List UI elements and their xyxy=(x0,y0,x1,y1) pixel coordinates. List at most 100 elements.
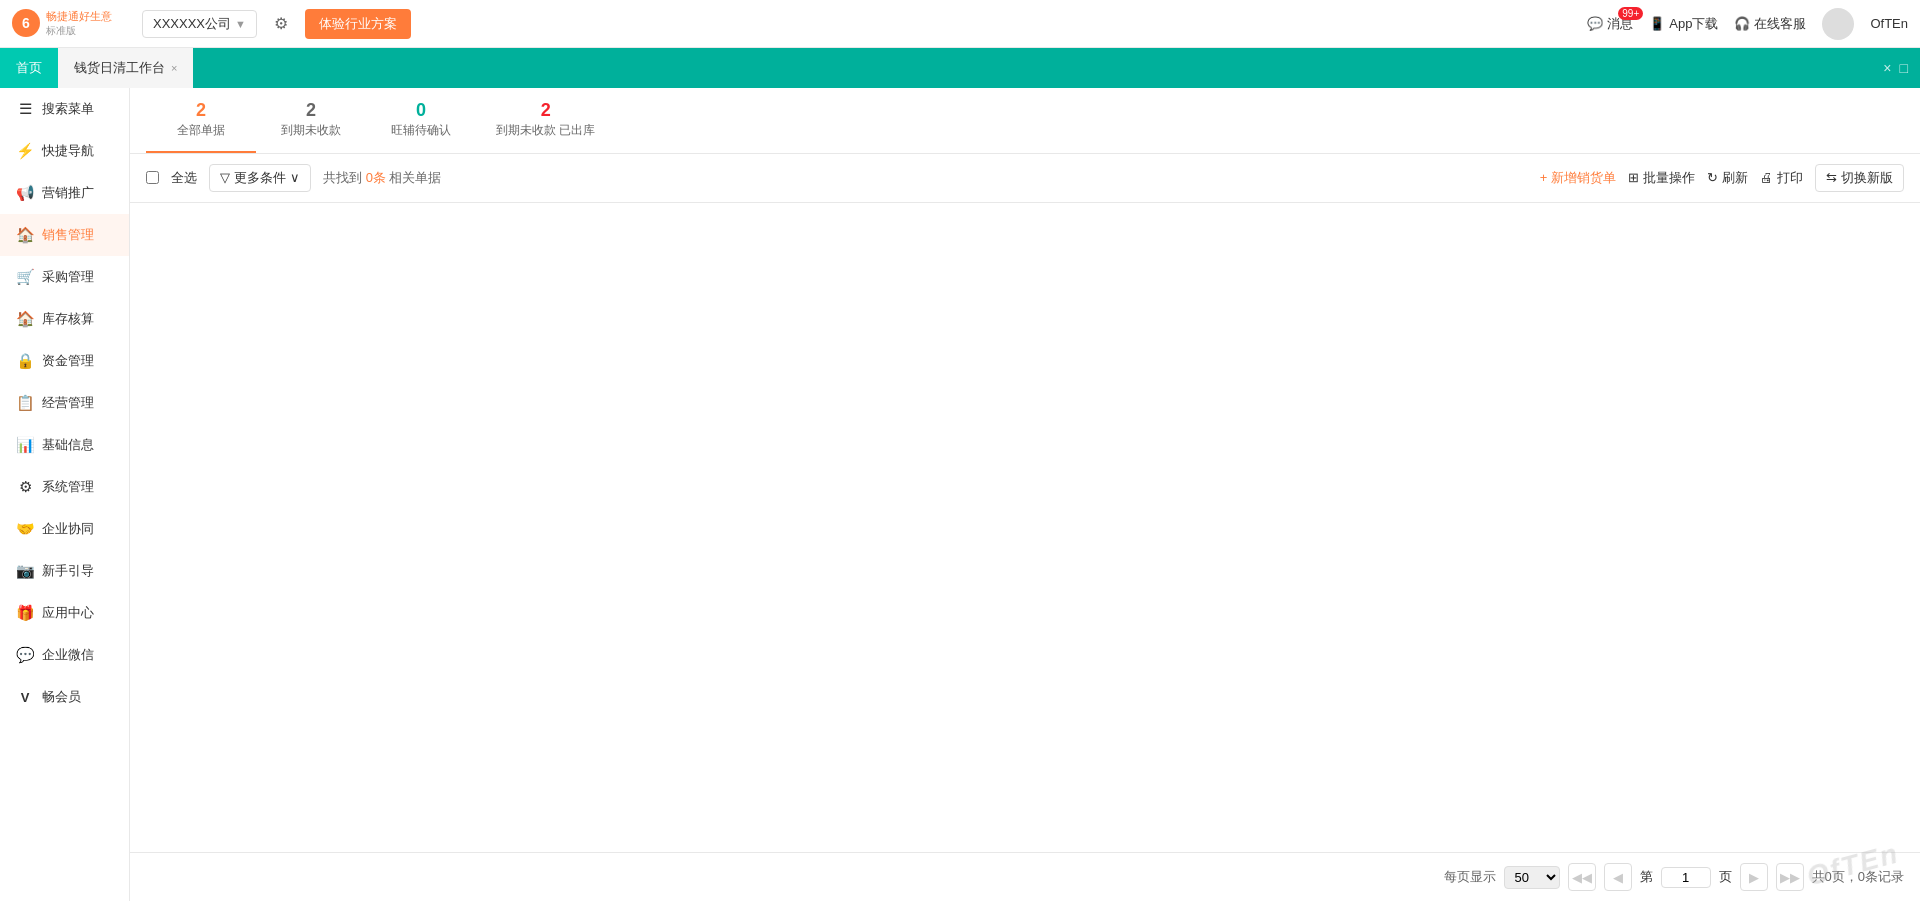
finance-icon: 🔒 xyxy=(16,352,34,370)
tab-restore-icon[interactable]: × xyxy=(1883,60,1891,76)
sidebar-item-finance[interactable]: 🔒 资金管理 xyxy=(0,340,129,382)
sidebar-item-quick-nav[interactable]: ⚡ 快捷导航 xyxy=(0,130,129,172)
page-label: 第 xyxy=(1640,868,1653,886)
sidebar-label-purchase-mgmt: 采购管理 xyxy=(42,268,94,286)
tab-shipped-label: 到期未收款 已出库 xyxy=(496,123,595,137)
page-input[interactable] xyxy=(1661,867,1711,888)
tab-close-icon[interactable]: × xyxy=(171,62,177,74)
tab-pending-confirm[interactable]: 0 旺辅待确认 xyxy=(366,88,476,153)
switch-icon: ⇆ xyxy=(1826,170,1837,185)
toolbar-right: + 新增销货单 ⊞ 批量操作 ↻ 刷新 🖨 打印 ⇆ xyxy=(1540,164,1904,192)
guide-icon: 📷 xyxy=(16,562,34,580)
sidebar-item-search-menu[interactable]: ☰ 搜索菜单 xyxy=(0,88,129,130)
workbench: 2 全部单据 2 到期未收款 0 旺辅待确认 2 到期未收款 已出库 xyxy=(130,88,1920,901)
message-icon: 💬 xyxy=(1587,16,1603,31)
settings-button[interactable]: ⚙ xyxy=(265,8,297,40)
tab-all-orders[interactable]: 2 全部单据 xyxy=(146,88,256,153)
inventory-icon: 🏠 xyxy=(16,310,34,328)
filter-button[interactable]: ▽ 更多条件 ∨ xyxy=(209,164,311,192)
sidebar-item-operations[interactable]: 📋 经营管理 xyxy=(0,382,129,424)
sidebar-item-vip[interactable]: V 畅会员 xyxy=(0,676,129,718)
sidebar-item-marketing[interactable]: 📢 营销推广 xyxy=(0,172,129,214)
batch-label: 批量操作 xyxy=(1643,169,1695,187)
company-selector[interactable]: XXXXXX公司 ▼ xyxy=(142,10,257,38)
sidebar-label-app-center: 应用中心 xyxy=(42,604,94,622)
tab-shipped-unpaid[interactable]: 2 到期未收款 已出库 xyxy=(476,88,615,153)
logo-tag: 标准版 xyxy=(46,24,112,38)
select-all-checkbox[interactable] xyxy=(146,171,159,184)
switch-new-version-button[interactable]: ⇆ 切换新版 xyxy=(1815,164,1904,192)
tab-shipped-count: 2 xyxy=(496,100,595,122)
last-page-button[interactable]: ▶▶ xyxy=(1776,863,1804,891)
logo-text: 畅捷通好生意 xyxy=(46,9,112,23)
refresh-icon: ↻ xyxy=(1707,170,1718,185)
message-button[interactable]: 💬 消息 99+ xyxy=(1587,15,1633,33)
sidebar-label-sales-mgmt: 销售管理 xyxy=(42,226,94,244)
sidebar-item-app-center[interactable]: 🎁 应用中心 xyxy=(0,592,129,634)
print-label: 打印 xyxy=(1777,169,1803,187)
tab-overdue-label: 到期未收款 xyxy=(281,123,341,137)
found-count: 0条 xyxy=(366,170,386,185)
switch-label: 切换新版 xyxy=(1841,169,1893,187)
online-service-button[interactable]: 🎧 在线客服 xyxy=(1734,15,1806,33)
sidebar-item-guide[interactable]: 📷 新手引导 xyxy=(0,550,129,592)
app-icon: 📱 xyxy=(1649,16,1665,31)
sales-mgmt-icon: 🏠 xyxy=(16,226,34,244)
tab-maximize-icon[interactable]: □ xyxy=(1900,60,1908,76)
print-button[interactable]: 🖨 打印 xyxy=(1760,169,1803,187)
total-info: 共0页，0条记录 xyxy=(1812,868,1904,886)
sidebar-label-quick-nav: 快捷导航 xyxy=(42,142,94,160)
tab-overdue-count: 2 xyxy=(276,100,346,122)
sidebar-item-wechat-biz[interactable]: 💬 企业微信 xyxy=(0,634,129,676)
sidebar-label-system-mgmt: 系统管理 xyxy=(42,478,94,496)
sidebar-item-system-mgmt[interactable]: ⚙ 系统管理 xyxy=(0,466,129,508)
prev-page-button[interactable]: ◀ xyxy=(1604,863,1632,891)
sidebar-item-basic-info[interactable]: 📊 基础信息 xyxy=(0,424,129,466)
vip-icon: V xyxy=(16,690,34,705)
logo-area: 6 畅捷通好生意 标准版 xyxy=(12,9,142,37)
sidebar: ☰ 搜索菜单 ⚡ 快捷导航 📢 营销推广 🏠 销售管理 🛒 采购管理 🏠 库存核… xyxy=(0,88,130,901)
sidebar-label-search-menu: 搜索菜单 xyxy=(42,100,94,118)
header-right: 💬 消息 99+ 📱 App下载 🎧 在线客服 OfTEn xyxy=(1587,8,1908,40)
refresh-button[interactable]: ↻ 刷新 xyxy=(1707,169,1748,187)
found-suffix: 相关单据 xyxy=(389,170,441,185)
sidebar-label-cooperation: 企业协同 xyxy=(42,520,94,538)
tab-overdue-payment[interactable]: 2 到期未收款 xyxy=(256,88,366,153)
settings-icon: ⚙ xyxy=(274,14,288,33)
tab-pending-count: 0 xyxy=(386,100,456,122)
tab-all-count: 2 xyxy=(166,100,236,122)
tab-bar: 2 全部单据 2 到期未收款 0 旺辅待确认 2 到期未收款 已出库 xyxy=(130,88,1920,154)
page-suffix: 页 xyxy=(1719,868,1732,886)
tab-all-label: 全部单据 xyxy=(177,123,225,137)
sidebar-label-vip: 畅会员 xyxy=(42,688,81,706)
company-name: XXXXXX公司 xyxy=(153,15,231,33)
batch-operation-button[interactable]: ⊞ 批量操作 xyxy=(1628,169,1695,187)
sidebar-item-sales-mgmt[interactable]: 🏠 销售管理 xyxy=(0,214,129,256)
company-dropdown-icon: ▼ xyxy=(235,18,246,30)
filter-label: 更多条件 xyxy=(234,169,286,187)
tab-workbench[interactable]: 钱货日清工作台 × xyxy=(58,48,193,88)
basic-info-icon: 📊 xyxy=(16,436,34,454)
add-sales-order-button[interactable]: + 新增销货单 xyxy=(1540,169,1616,187)
trial-button[interactable]: 体验行业方案 xyxy=(305,9,411,39)
app-label: App下载 xyxy=(1669,15,1718,33)
table-area xyxy=(130,203,1920,852)
refresh-label: 刷新 xyxy=(1722,169,1748,187)
next-page-button[interactable]: ▶ xyxy=(1740,863,1768,891)
user-name[interactable]: OfTEn xyxy=(1870,16,1908,31)
avatar[interactable] xyxy=(1822,8,1854,40)
tab-pending-label: 旺辅待确认 xyxy=(391,123,451,137)
app-download-button[interactable]: 📱 App下载 xyxy=(1649,15,1718,33)
tab-home[interactable]: 首页 xyxy=(0,48,58,88)
sidebar-item-purchase-mgmt[interactable]: 🛒 采购管理 xyxy=(0,256,129,298)
sidebar-label-guide: 新手引导 xyxy=(42,562,94,580)
select-all-label: 全选 xyxy=(171,169,197,187)
filter-arrow-icon: ∨ xyxy=(290,170,300,185)
page-size-select[interactable]: 50 10 20 100 xyxy=(1504,866,1560,889)
sidebar-item-inventory[interactable]: 🏠 库存核算 xyxy=(0,298,129,340)
operations-icon: 📋 xyxy=(16,394,34,412)
sidebar-item-cooperation[interactable]: 🤝 企业协同 xyxy=(0,508,129,550)
first-page-button[interactable]: ◀◀ xyxy=(1568,863,1596,891)
content-area: 2 全部单据 2 到期未收款 0 旺辅待确认 2 到期未收款 已出库 xyxy=(130,88,1920,901)
cooperation-icon: 🤝 xyxy=(16,520,34,538)
